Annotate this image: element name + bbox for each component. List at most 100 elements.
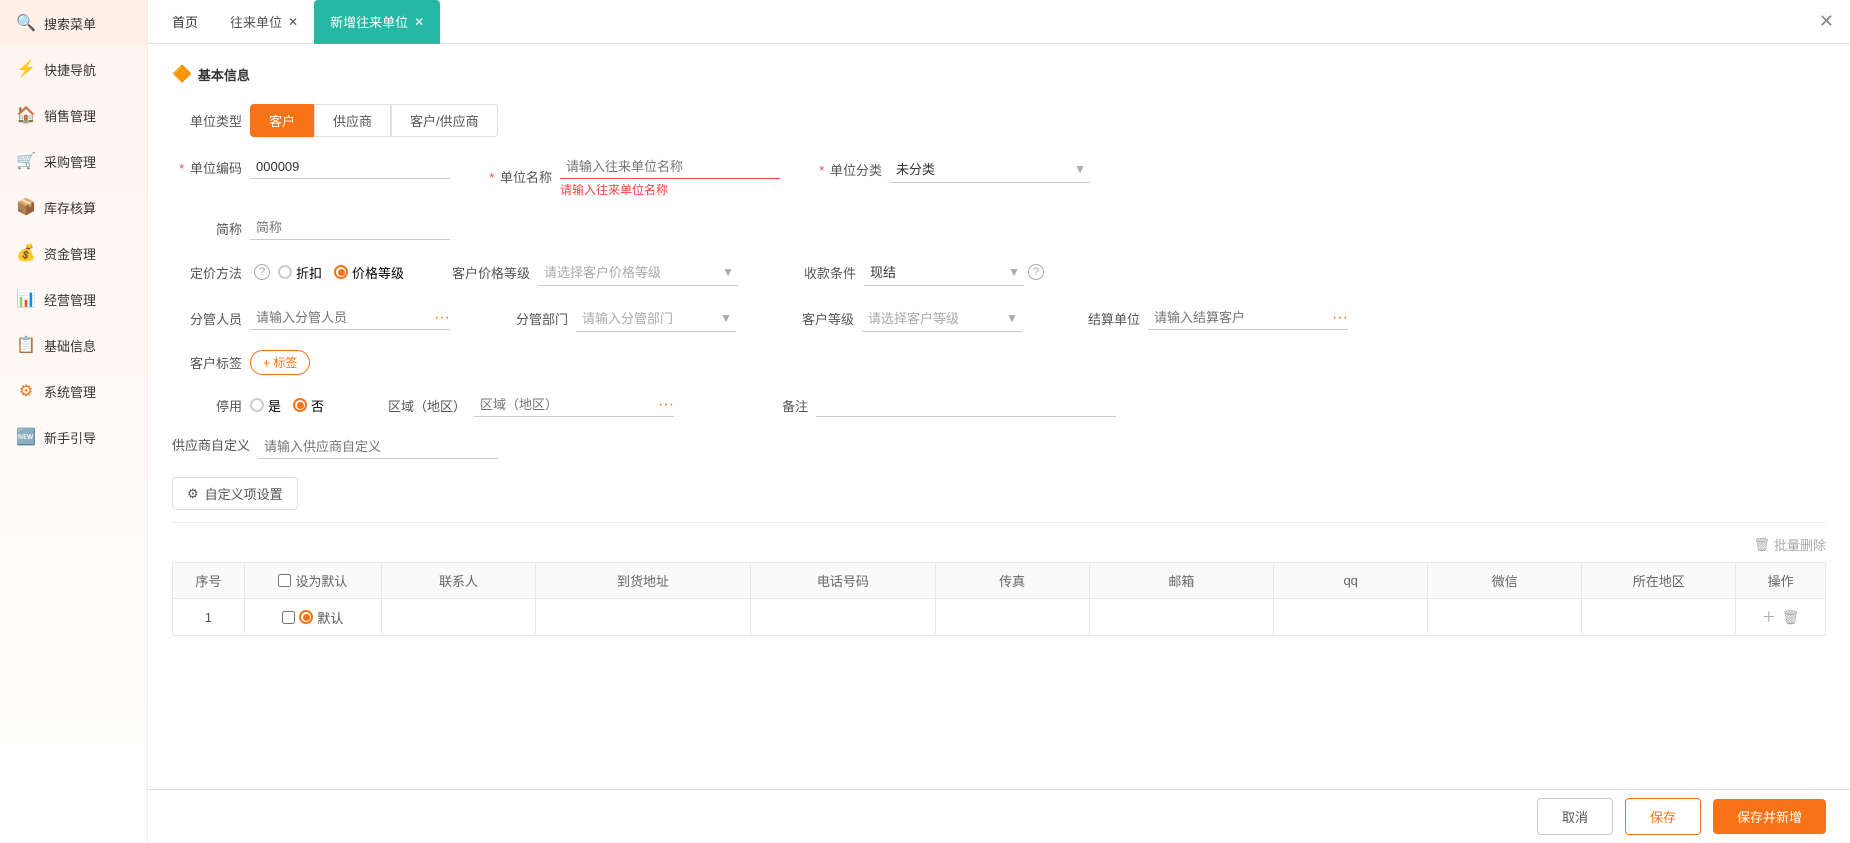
remark-input[interactable] (816, 393, 1116, 417)
unit-btn-supplier[interactable]: 供应商 (314, 104, 391, 137)
close-all-button[interactable]: ✕ (1811, 11, 1842, 32)
sidebar-item-system[interactable]: ⚙ 系统管理 (0, 368, 147, 414)
customer-level-placeholder: 请选择客户等级 (862, 304, 1006, 331)
manager-input[interactable] (250, 306, 430, 329)
sidebar-item-finance[interactable]: 💰 资金管理 (0, 230, 147, 276)
unit-category-label: * 单位分类 (812, 160, 882, 179)
tab-new-partner[interactable]: 新增往来单位 ✕ (314, 0, 440, 44)
sidebar-item-quick-nav[interactable]: ⚡ 快捷导航 (0, 46, 147, 92)
footer-bar: 取消 保存 保存并新增 (148, 789, 1850, 843)
unit-name-input[interactable] (560, 155, 780, 179)
unit-btn-customer[interactable]: 客户 (250, 104, 314, 137)
region-label: 区域（地区） (388, 396, 466, 415)
sidebar-item-operations[interactable]: 📊 经营管理 (0, 276, 147, 322)
customer-price-level-select[interactable]: 请选择客户价格等级 ▼ (538, 258, 738, 286)
sidebar-item-label: 经营管理 (44, 290, 96, 309)
custom-settings-button[interactable]: ⚙ 自定义项设置 (172, 477, 298, 510)
save-and-new-button[interactable]: 保存并新增 (1713, 799, 1826, 834)
add-row-button[interactable]: ＋ (1762, 607, 1776, 627)
batch-delete-button[interactable]: 🗑 批量删除 (1753, 535, 1826, 554)
guide-icon: 🆕 (16, 427, 36, 447)
row-default: 默认 (244, 599, 381, 636)
radio-no[interactable]: 否 (293, 396, 324, 415)
row-checkbox[interactable] (282, 611, 295, 624)
sidebar-item-label: 快捷导航 (44, 60, 96, 79)
col-contact: 联系人 (381, 563, 535, 599)
fax-input[interactable] (972, 610, 1052, 625)
radio-yes[interactable]: 是 (250, 396, 281, 415)
payment-terms-select[interactable]: 现结 ▼ (864, 258, 1024, 286)
region-field: 区域（地区） ··· (388, 393, 674, 417)
col-fax: 传真 (935, 563, 1089, 599)
unit-code-input[interactable] (250, 155, 450, 179)
department-field: 分管部门 请输入分管部门 ▼ (498, 304, 736, 332)
settlement-unit-field: 结算单位 ··· (1070, 306, 1348, 330)
sidebar-item-inventory[interactable]: 📦 库存核算 (0, 184, 147, 230)
cancel-button[interactable]: 取消 (1537, 798, 1613, 835)
select-all-checkbox[interactable] (278, 574, 291, 587)
section-icon: 🔶 (172, 64, 192, 84)
tag-row: 客户标签 + 标签 (172, 350, 1826, 375)
save-button[interactable]: 保存 (1625, 798, 1701, 835)
row-address (536, 599, 751, 636)
region-more-btn[interactable]: ··· (658, 396, 674, 414)
wechat-input[interactable] (1465, 610, 1545, 625)
row-qq (1274, 599, 1428, 636)
purchase-icon: 🛒 (16, 151, 36, 171)
row-region (1582, 599, 1736, 636)
department-select[interactable]: 请输入分管部门 ▼ (576, 304, 736, 332)
delete-row-button[interactable]: 🗑 (1782, 609, 1800, 626)
tab-home[interactable]: 首页 (156, 0, 214, 44)
phone-input[interactable] (793, 610, 893, 625)
email-input[interactable] (1131, 610, 1231, 625)
unit-category-field: * 单位分类 未分类 ▼ (812, 155, 1090, 183)
basic-info-icon: 📋 (16, 335, 36, 355)
sidebar-item-guide[interactable]: 🆕 新手引导 (0, 414, 147, 460)
payment-help-icon[interactable]: ? (1028, 264, 1044, 280)
default-radio[interactable]: 默认 (299, 608, 343, 627)
supplier-custom-input[interactable] (258, 435, 498, 459)
sidebar-item-label: 系统管理 (44, 382, 96, 401)
abbreviation-input[interactable] (250, 216, 450, 240)
contact-input[interactable] (419, 610, 499, 625)
region-input[interactable] (474, 393, 654, 416)
sidebar-item-basic-info[interactable]: 📋 基础信息 (0, 322, 147, 368)
section-title: 🔶 基本信息 (172, 64, 1826, 84)
operations-icon: 📊 (16, 289, 36, 309)
col-action: 操作 (1736, 563, 1826, 599)
radio-circle (278, 265, 292, 279)
search-icon: 🔍 (16, 13, 36, 33)
content-area: 🔶 基本信息 单位类型 客户 供应商 客户/供应商 * 单位编码 (148, 44, 1850, 789)
address-input[interactable] (583, 610, 703, 625)
unit-info-row: * 单位编码 * 单位名称 请输入往来单位名称 * 单位分类 (172, 155, 1826, 198)
sidebar-item-sales[interactable]: 🏠 销售管理 (0, 92, 147, 138)
settlement-unit-input-wrap: ··· (1148, 306, 1348, 330)
manager-more-btn[interactable]: ··· (434, 309, 450, 327)
settlement-more-btn[interactable]: ··· (1332, 309, 1348, 327)
row-region-input[interactable] (1619, 610, 1699, 625)
disabled-radio-group: 是 否 (250, 396, 324, 415)
customer-level-select[interactable]: 请选择客户等级 ▼ (862, 304, 1022, 332)
qq-input[interactable] (1311, 610, 1391, 625)
main-area: 首页 往来单位 ✕ 新增往来单位 ✕ ✕ 🔶 基本信息 单位类型 客户 供应商 (148, 0, 1850, 843)
sidebar: 🔍 搜索菜单 ⚡ 快捷导航 🏠 销售管理 🛒 采购管理 📦 库存核算 💰 资金管… (0, 0, 148, 843)
radio-discount[interactable]: 折扣 (278, 263, 322, 282)
tab-partner-units[interactable]: 往来单位 ✕ (214, 0, 314, 44)
settlement-unit-input[interactable] (1148, 306, 1328, 329)
sidebar-item-search[interactable]: 🔍 搜索菜单 (0, 0, 147, 46)
tab-close-icon[interactable]: ✕ (414, 15, 424, 29)
finance-icon: 💰 (16, 243, 36, 263)
tab-close-icon[interactable]: ✕ (288, 15, 298, 29)
sidebar-item-purchase[interactable]: 🛒 采购管理 (0, 138, 147, 184)
tab-bar: 首页 往来单位 ✕ 新增往来单位 ✕ ✕ (148, 0, 1850, 44)
chevron-down-icon: ▼ (720, 311, 736, 325)
unit-category-select[interactable]: 未分类 ▼ (890, 155, 1090, 183)
customer-level-label: 客户等级 (784, 309, 854, 328)
chevron-down-icon: ▼ (1008, 265, 1024, 279)
radio-price-level[interactable]: 价格等级 (334, 263, 404, 282)
manager-label: 分管人员 (172, 309, 242, 328)
unit-btn-both[interactable]: 客户/供应商 (391, 104, 498, 137)
pricing-help-icon[interactable]: ? (254, 264, 270, 280)
sidebar-item-label: 采购管理 (44, 152, 96, 171)
add-tag-button[interactable]: + 标签 (250, 350, 310, 375)
